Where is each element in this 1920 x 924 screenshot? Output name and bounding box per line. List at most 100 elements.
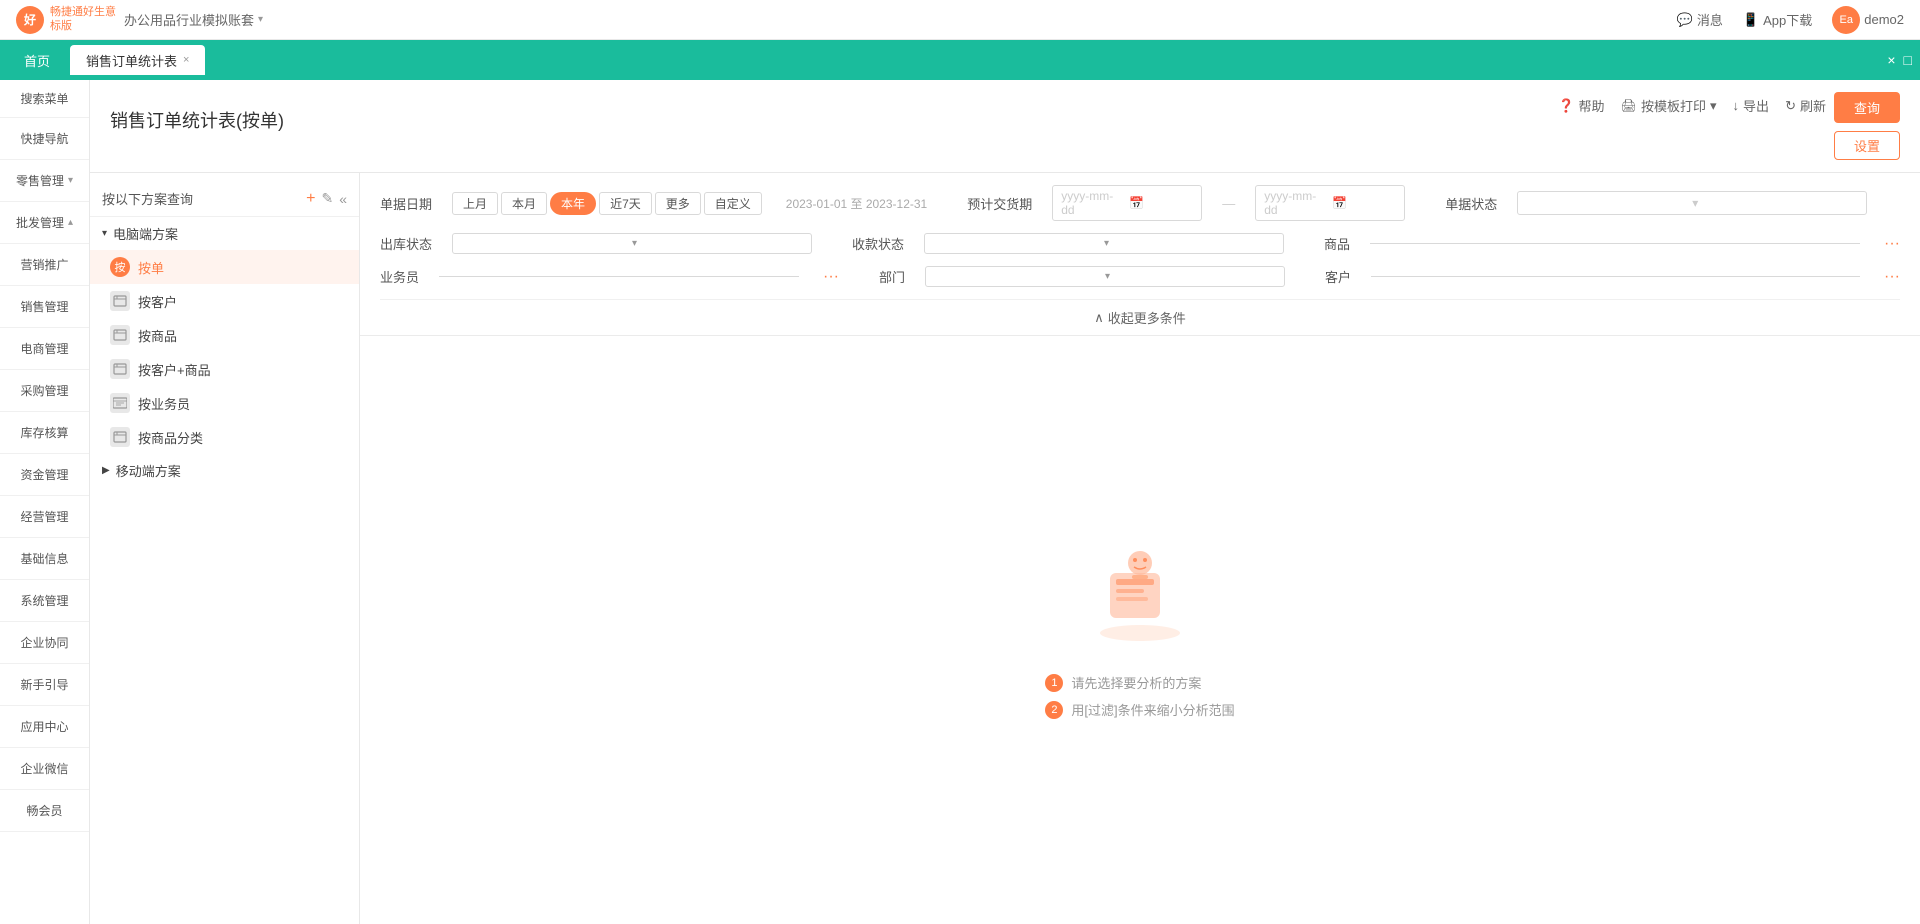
sidebar-item-ecommerce[interactable]: 电商管理 — [0, 328, 89, 370]
right-content: 单据日期 上月 本月 本年 近7天 更多 自定义 2023-01-01 至 20… — [360, 173, 1920, 924]
edit-scheme-icon[interactable]: ✎ — [321, 190, 333, 207]
tab-sales-order[interactable]: 销售订单统计表 × — [70, 45, 205, 75]
collapse-conditions-button[interactable]: ∧ 收起更多条件 — [380, 299, 1900, 335]
by-order-icon: 按 — [110, 257, 130, 277]
cal-icon-start: 📅 — [1129, 196, 1193, 210]
app-title: 办公用品行业模拟账套 — [124, 10, 254, 29]
goods-label: 商品 — [1324, 234, 1350, 253]
department-label: 部门 — [879, 267, 905, 286]
user-area[interactable]: Ea demo2 — [1832, 6, 1904, 34]
filter-row-3: 业务员 ··· 部门 ▾ 客户 ··· — [380, 266, 1900, 287]
collapse-panel-icon[interactable]: « — [339, 191, 347, 207]
empty-illustration — [1080, 533, 1200, 653]
main-layout: 搜索菜单 快捷导航 零售管理 ▾ 批发管理 ▴ 营销推广 销售管理 电商管理 采… — [0, 80, 1920, 924]
date-btn-custom[interactable]: 自定义 — [704, 192, 762, 215]
salesperson-ellipsis[interactable]: ··· — [823, 268, 839, 286]
sidebar-item-system[interactable]: 系统管理 — [0, 580, 89, 622]
department-select[interactable]: ▾ — [925, 266, 1285, 287]
page-title: 销售订单统计表(按单) — [110, 107, 284, 145]
sidebar-item-inventory[interactable]: 库存核算 — [0, 412, 89, 454]
content-area: 销售订单统计表(按单) ❓ 帮助 🖨 按模板打印 ▾ — [90, 80, 1920, 924]
goods-ellipsis[interactable]: ··· — [1884, 235, 1900, 253]
tree-item-by-goods[interactable]: 按商品 — [90, 318, 359, 352]
by-goods-category-icon — [110, 427, 130, 447]
settings-button[interactable]: 设置 — [1834, 131, 1900, 160]
sidebar-item-retail[interactable]: 零售管理 ▾ — [0, 160, 89, 202]
date-btn-this-month[interactable]: 本月 — [501, 192, 547, 215]
app-title-area[interactable]: 办公用品行业模拟账套 ▾ — [124, 10, 263, 29]
sidebar-item-marketing[interactable]: 营销推广 — [0, 244, 89, 286]
window-minimize-icon[interactable]: × — [1887, 52, 1895, 68]
mobile-section-arrow: ▶ — [102, 465, 110, 476]
delivery-status-arrow: ▾ — [632, 238, 803, 249]
query-button[interactable]: 查询 — [1834, 92, 1900, 123]
by-customer-goods-icon — [110, 359, 130, 379]
sidebar-item-finance[interactable]: 资金管理 — [0, 454, 89, 496]
tree-item-by-order[interactable]: 按 按单 — [90, 250, 359, 284]
app-download-button[interactable]: 📱 App下载 — [1743, 10, 1812, 29]
tree-item-by-salesperson[interactable]: 按业务员 — [90, 386, 359, 420]
sidebar-item-sales[interactable]: 销售管理 — [0, 286, 89, 328]
by-customer-icon — [110, 291, 130, 311]
date-btn-7days[interactable]: 近7天 — [599, 192, 652, 215]
date-btn-last-month[interactable]: 上月 — [452, 192, 498, 215]
filter-area: 单据日期 上月 本月 本年 近7天 更多 自定义 2023-01-01 至 20… — [360, 173, 1920, 336]
customer-ellipsis[interactable]: ··· — [1884, 268, 1900, 286]
sidebar-item-app-center[interactable]: 应用中心 — [0, 706, 89, 748]
sidebar-item-collab[interactable]: 企业协同 — [0, 622, 89, 664]
sidebar-item-member[interactable]: 畅会员 — [0, 790, 89, 832]
app-title-dropdown-icon[interactable]: ▾ — [258, 14, 263, 25]
tree-item-by-customer-goods[interactable]: 按客户+商品 — [90, 352, 359, 386]
pc-section-arrow: ▾ — [102, 228, 107, 239]
tree-item-by-customer[interactable]: 按客户 — [90, 284, 359, 318]
left-panel-icons: + ✎ « — [306, 190, 347, 208]
date-btn-this-year[interactable]: 本年 — [550, 192, 596, 215]
message-button[interactable]: 💬 消息 — [1677, 10, 1723, 29]
left-panel: 按以下方案查询 + ✎ « ▾ 电脑端方案 按 按单 — [90, 173, 360, 924]
tab-home-label: 首页 — [24, 51, 50, 70]
filter-row-1: 单据日期 上月 本月 本年 近7天 更多 自定义 2023-01-01 至 20… — [380, 185, 1900, 221]
export-button[interactable]: ↓ 导出 — [1733, 96, 1770, 115]
tab-sales-order-label: 销售订单统计表 — [86, 51, 177, 70]
refresh-button[interactable]: ↻ 刷新 — [1785, 96, 1826, 115]
tree-item-by-goods-category[interactable]: 按商品分类 — [90, 420, 359, 454]
export-icon: ↓ — [1733, 98, 1740, 113]
pc-section-label: 电脑端方案 — [113, 224, 178, 243]
sidebar-item-operations[interactable]: 经营管理 — [0, 496, 89, 538]
date-btn-more[interactable]: 更多 — [655, 192, 701, 215]
payment-status-select[interactable]: ▾ — [924, 233, 1284, 254]
collapse-arrow-icon: ∧ — [1094, 310, 1104, 326]
help-button[interactable]: ❓ 帮助 — [1558, 96, 1604, 115]
sidebar-item-quick-nav[interactable]: 快捷导航 — [0, 118, 89, 160]
wholesale-arrow-icon: ▴ — [68, 217, 73, 228]
empty-step-2: 2 用[过滤]条件来缩小分析范围 — [1045, 700, 1234, 719]
expected-delivery-start[interactable]: yyyy-mm-dd 📅 — [1052, 185, 1202, 221]
message-icon: 💬 — [1677, 12, 1693, 28]
date-separator: — — [1222, 196, 1235, 211]
payment-status-label: 收款状态 — [852, 234, 904, 253]
tree-parent-mobile[interactable]: ▶ 移动端方案 — [90, 454, 359, 487]
empty-state: 1 请先选择要分析的方案 2 用[过滤]条件来缩小分析范围 — [360, 336, 1920, 924]
date-range-text: 2023-01-01 至 2023-12-31 — [786, 195, 927, 212]
date-label: 单据日期 — [380, 194, 432, 213]
tab-close-icon[interactable]: × — [183, 54, 189, 66]
sidebar-item-purchase[interactable]: 采购管理 — [0, 370, 89, 412]
tree-parent-pc[interactable]: ▾ 电脑端方案 — [90, 217, 359, 250]
logo-area: 好 畅捷通好生意 标版 — [16, 6, 116, 34]
sidebar-item-wholesale[interactable]: 批发管理 ▴ — [0, 202, 89, 244]
window-maximize-icon[interactable]: □ — [1904, 52, 1912, 68]
sidebar-item-enterprise-wechat[interactable]: 企业微信 — [0, 748, 89, 790]
expected-delivery-end[interactable]: yyyy-mm-dd 📅 — [1255, 185, 1405, 221]
delivery-status-select[interactable]: ▾ — [452, 233, 812, 254]
add-scheme-icon[interactable]: + — [306, 190, 315, 208]
sidebar-item-search-menu[interactable]: 搜索菜单 — [0, 80, 89, 118]
template-print-button[interactable]: 🖨 按模板打印 ▾ — [1620, 96, 1716, 115]
step-num-2: 2 — [1045, 701, 1063, 719]
left-panel-header: 按以下方案查询 + ✎ « — [90, 181, 359, 217]
refresh-icon: ↻ — [1785, 98, 1796, 114]
sidebar-item-basics[interactable]: 基础信息 — [0, 538, 89, 580]
top-bar-left: 好 畅捷通好生意 标版 办公用品行业模拟账套 ▾ — [16, 6, 263, 34]
tab-home[interactable]: 首页 — [8, 45, 66, 75]
sidebar-item-guide[interactable]: 新手引导 — [0, 664, 89, 706]
status-select[interactable]: ▾ — [1517, 191, 1867, 215]
